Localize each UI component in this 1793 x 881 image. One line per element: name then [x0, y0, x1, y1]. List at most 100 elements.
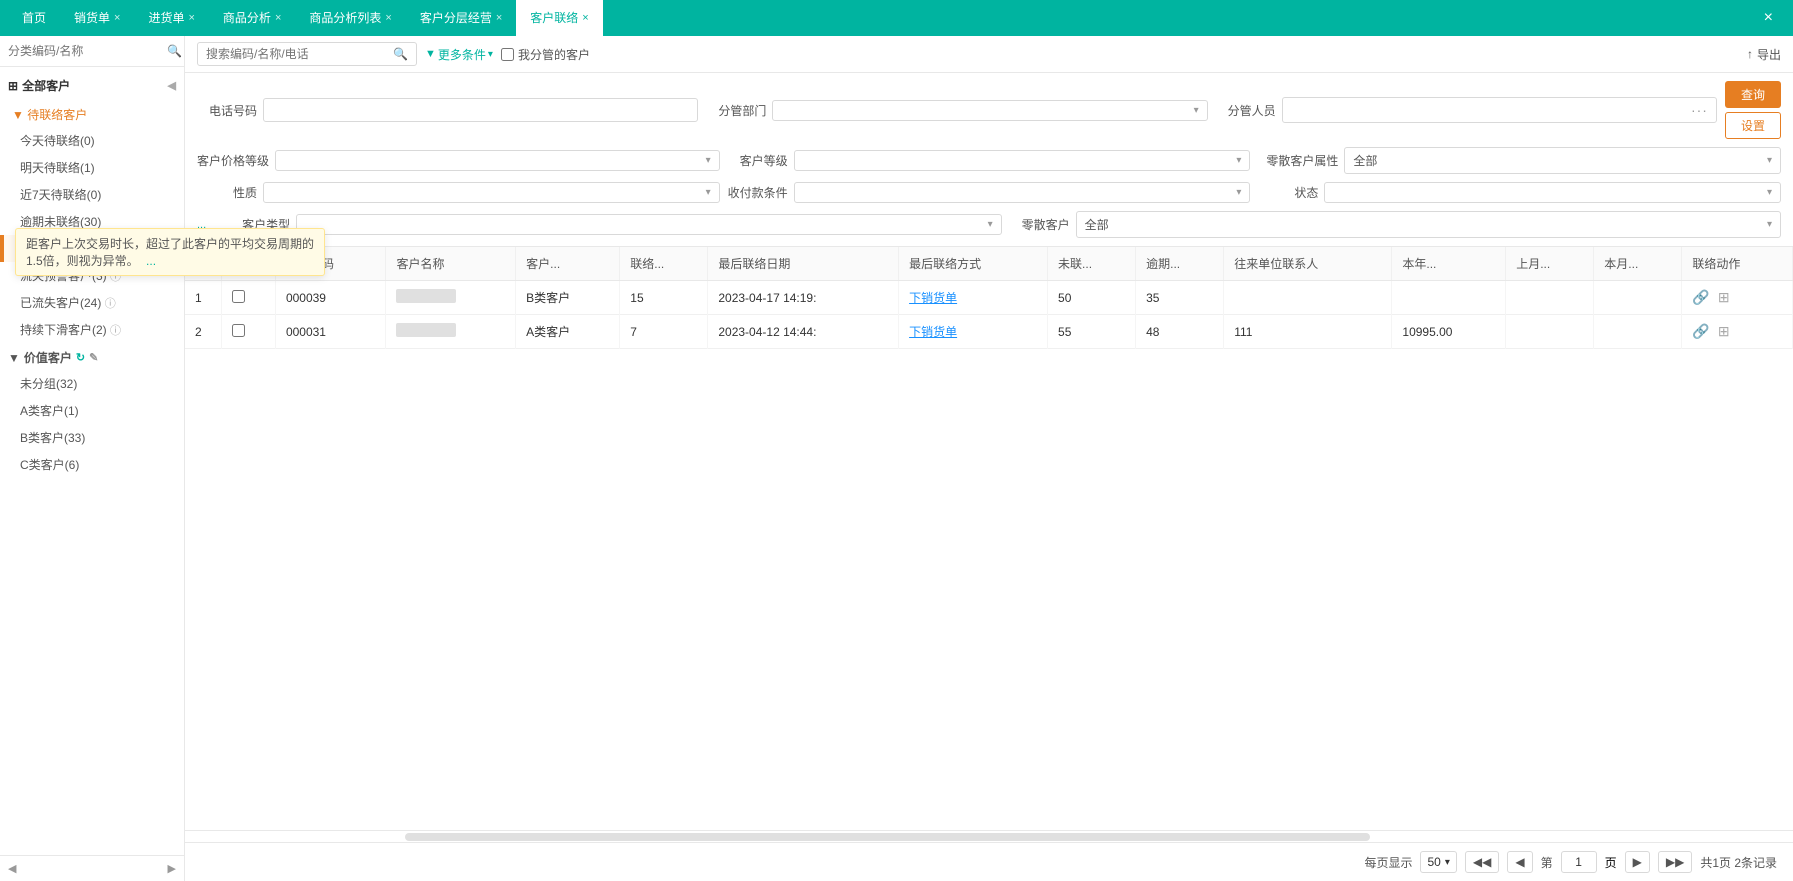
- col-unlinked-days: 未联...: [1048, 247, 1136, 281]
- col-contact-count: 联络...: [620, 247, 708, 281]
- action-grid-icon-1[interactable]: ⊞: [1718, 289, 1730, 306]
- search-icon[interactable]: 🔍: [393, 47, 408, 61]
- col-last-contact-way: 最后联络方式: [899, 247, 1048, 281]
- filter-select-manager[interactable]: ···: [1282, 97, 1717, 123]
- tree-root-all-customers[interactable]: ⊞ 全部客户 ◀: [0, 71, 184, 100]
- refresh-icon[interactable]: ↻: [76, 351, 85, 364]
- filter-bar: 🔍 ▼ 更多条件 ▾ 我分管的客户 ↑ 导出: [185, 36, 1793, 73]
- nav-customer-contact[interactable]: 客户联络 ×: [516, 0, 602, 36]
- filter-input-phone[interactable]: [263, 98, 698, 122]
- sidebar-search-input[interactable]: [8, 44, 163, 58]
- cell-last-way-2[interactable]: 下销货单: [899, 315, 1048, 349]
- filter-select-retail-customer[interactable]: 全部 ▾: [1076, 211, 1781, 238]
- search-input[interactable]: [206, 47, 389, 61]
- filter-select-dept[interactable]: ▾: [772, 100, 1207, 121]
- main-container: 🔍 ⊞ 全部客户 ◀ ▼ 待联络客户 今天待联络(0) 明天待联络(1) 近7天…: [0, 36, 1793, 881]
- tree-item-today-pending[interactable]: 今天待联络(0): [0, 127, 184, 154]
- filter-select-nature[interactable]: ▾: [263, 182, 720, 203]
- cell-unlinked-2: 55: [1048, 315, 1136, 349]
- tree-item-ungrouped[interactable]: 未分组(32): [0, 370, 184, 397]
- filter-icon: ▼: [425, 48, 436, 60]
- info-icon-churned[interactable]: ⓘ: [105, 298, 116, 310]
- filter-select-customer-type[interactable]: ▾: [296, 214, 1001, 235]
- tree-item-class-b[interactable]: B类客户(33): [0, 424, 184, 451]
- table-row: 1 000039 B类客户 15 2023-04-17 14:19: 下销货单 …: [185, 281, 1793, 315]
- info-icon-declining[interactable]: ⓘ: [110, 325, 121, 337]
- row-checkbox-2[interactable]: [232, 324, 245, 337]
- scrollbar-thumb[interactable]: [405, 833, 1370, 841]
- grid-icon: ⊞: [8, 79, 18, 93]
- cell-checkbox-1[interactable]: [221, 281, 275, 315]
- filter-cell-retail-attr: 零散客户属性 全部 ▾: [1258, 147, 1781, 174]
- tree-item-7day-pending[interactable]: 近7天待联络(0): [0, 181, 184, 208]
- data-table: ⚙ 客户编码 客户名称 客户... 联络... 最后联络日期 最后联络方式 未联…: [185, 247, 1793, 349]
- cell-checkbox-2[interactable]: [221, 315, 275, 349]
- sidebar-search-wrap: 🔍: [0, 36, 184, 67]
- next-page-button[interactable]: ▶: [1625, 851, 1650, 873]
- cell-last-way-1[interactable]: 下销货单: [899, 281, 1048, 315]
- horizontal-scrollbar[interactable]: [185, 830, 1793, 842]
- filter-label-dept: 分管部门: [706, 102, 766, 119]
- cell-thismonth-1: [1594, 281, 1682, 315]
- first-page-button[interactable]: ◀◀: [1465, 851, 1499, 873]
- cell-lastmonth-1: [1506, 281, 1594, 315]
- filter-cell-retail-customer: 零散客户 全部 ▾: [1010, 211, 1781, 238]
- sidebar-search-icon[interactable]: 🔍: [167, 44, 182, 58]
- my-customers-checkbox[interactable]: [501, 48, 514, 61]
- tree-item-tomorrow-pending[interactable]: 明天待联络(1): [0, 154, 184, 181]
- tree-section-value-customers[interactable]: ▼ 价值客户 ↻ ✎: [0, 343, 184, 370]
- sidebar-nav-right[interactable]: ▶: [168, 862, 176, 875]
- tree-item-declining[interactable]: 持续下滑客户(2) ⓘ: [0, 316, 184, 343]
- nav-product-analysis[interactable]: 商品分析 ×: [209, 0, 295, 36]
- col-last-month-amount: 上月...: [1506, 247, 1594, 281]
- nav-product-analysis-list[interactable]: 商品分析列表 ×: [295, 0, 405, 36]
- export-button[interactable]: ↑ 导出: [1747, 46, 1781, 63]
- tree-item-class-c[interactable]: C类客户(6): [0, 451, 184, 478]
- filter-label-nature: 性质: [197, 184, 257, 201]
- action-link-icon-2[interactable]: 🔗: [1692, 323, 1709, 340]
- prev-page-button[interactable]: ◀: [1507, 851, 1532, 873]
- tree-item-churned[interactable]: 已流失客户(24) ⓘ: [0, 289, 184, 316]
- sidebar-bottom: ◀ ▶: [0, 855, 184, 881]
- sidebar-nav-left[interactable]: ◀: [8, 862, 16, 875]
- nav-home[interactable]: 首页: [8, 0, 60, 36]
- cell-thismonth-2: [1594, 315, 1682, 349]
- chevron-customer-type: ▾: [988, 219, 993, 230]
- filter-select-status[interactable]: ▾: [1324, 182, 1781, 203]
- window-close-button[interactable]: ×: [1752, 9, 1785, 27]
- action-link-icon-1[interactable]: 🔗: [1692, 289, 1709, 306]
- filter-select-customer-level[interactable]: ▾: [794, 150, 1251, 171]
- col-contacts: 往来单位联系人: [1224, 247, 1392, 281]
- settings-button[interactable]: 设置: [1725, 112, 1781, 139]
- chevron-nature: ▾: [706, 187, 711, 198]
- export-icon: ↑: [1747, 47, 1753, 61]
- chevron-status: ▾: [1767, 187, 1772, 198]
- current-page-input[interactable]: [1561, 851, 1597, 873]
- last-page-button[interactable]: ▶▶: [1658, 851, 1692, 873]
- query-button[interactable]: 查询: [1725, 81, 1781, 108]
- nav-purchase-order[interactable]: 进货单 ×: [134, 0, 208, 36]
- tooltip-more-link[interactable]: ...: [146, 254, 156, 268]
- collapse-icon[interactable]: ◀: [168, 79, 176, 92]
- edit-icon[interactable]: ✎: [89, 351, 98, 364]
- cell-overdue-1: 35: [1136, 281, 1224, 315]
- cell-code-2: 000031: [275, 315, 386, 349]
- filter-select-payment[interactable]: ▾: [794, 182, 1251, 203]
- row-checkbox-1[interactable]: [232, 290, 245, 303]
- col-last-contact-date: 最后联络日期: [708, 247, 899, 281]
- manager-more-icon: ···: [1691, 102, 1708, 118]
- filter-label-manager: 分管人员: [1216, 102, 1276, 119]
- filter-select-price-level[interactable]: ▾: [275, 150, 720, 171]
- filter-label-phone: 电话号码: [197, 102, 257, 119]
- nav-sales-order[interactable]: 销货单 ×: [60, 0, 134, 36]
- tree-group-pending-contact[interactable]: ▼ 待联络客户: [0, 100, 184, 127]
- col-customer-type-header: 客户...: [516, 247, 620, 281]
- tree-item-class-a[interactable]: A类客户(1): [0, 397, 184, 424]
- action-grid-icon-2[interactable]: ⊞: [1718, 323, 1730, 340]
- my-customers-checkbox-wrap[interactable]: 我分管的客户: [501, 46, 590, 63]
- filter-select-retail-attr[interactable]: 全部 ▾: [1344, 147, 1781, 174]
- page-size-select[interactable]: 50 ▾: [1420, 851, 1456, 873]
- col-this-month-amount: 本月...: [1594, 247, 1682, 281]
- more-conditions-button[interactable]: ▼ 更多条件 ▾: [425, 46, 493, 63]
- nav-customer-tier[interactable]: 客户分层经营 ×: [406, 0, 516, 36]
